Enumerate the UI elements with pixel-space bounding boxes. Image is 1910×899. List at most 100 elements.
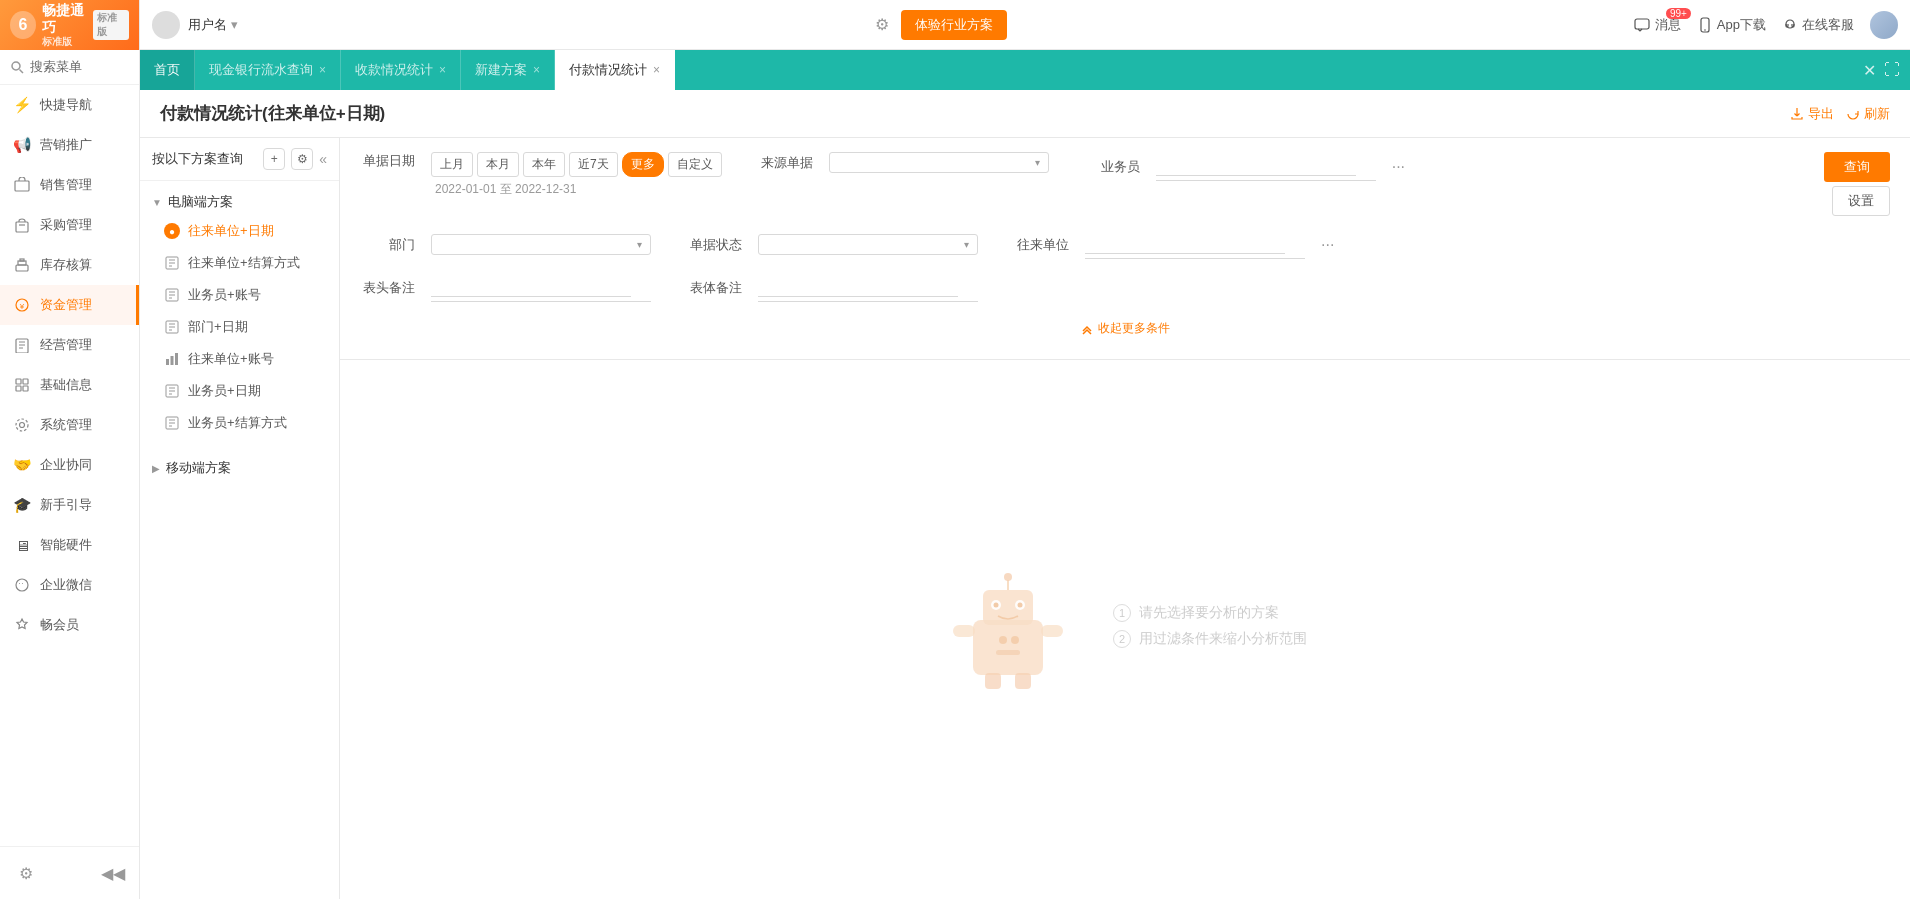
tab-close-all-btn[interactable]: ✕ [1863,61,1876,80]
sidebar-item-wechat[interactable]: 企业微信 [0,565,139,605]
scheme-icon [164,415,180,431]
date-btn-7days[interactable]: 近7天 [569,152,618,177]
sidebar-item-quick-nav[interactable]: ⚡ 快捷导航 [0,85,139,125]
topnav-app-download[interactable]: App下载 [1697,16,1766,34]
scheme-group-desktop-header[interactable]: ▼ 电脑端方案 [140,189,339,215]
status-select[interactable]: ▾ [758,234,978,255]
scheme-item-label: 部门+日期 [188,318,248,336]
sidebar-item-member[interactable]: 畅会员 [0,605,139,645]
export-btn[interactable]: 导出 [1790,105,1834,123]
sidebar-item-label: 企业微信 [40,576,92,594]
head-note-input[interactable] [431,273,631,297]
sidebar-item-purchase[interactable]: 采购管理 [0,205,139,245]
body-note-input[interactable] [758,273,958,297]
scheme-group-mobile-header[interactable]: ▶ 移动端方案 [140,455,339,481]
topnav-online-service[interactable]: 在线客服 [1782,16,1854,34]
search-menu-item[interactable]: 搜索菜单 [0,50,139,85]
date-btn-custom[interactable]: 自定义 [668,152,722,177]
refresh-btn[interactable]: 刷新 [1846,105,1890,123]
sidebar-item-label: 销售管理 [40,176,92,194]
topnav-user-avatar2[interactable] [1870,11,1898,39]
tabbar-right: ✕ ⛶ [1853,50,1910,90]
tab-bank-flow[interactable]: 现金银行流水查询 × [195,50,341,90]
dept-select[interactable]: ▾ [431,234,651,255]
sidebar-item-capital[interactable]: ¥ 资金管理 [0,285,139,325]
tab-fullscreen-btn[interactable]: ⛶ [1884,61,1900,79]
date-btn-more[interactable]: 更多 [622,152,664,177]
date-btn-this-year[interactable]: 本年 [523,152,565,177]
tab-payment-stats[interactable]: 付款情况统计 × [555,50,675,90]
staff-input[interactable] [1156,152,1356,176]
sidebar-item-label: 营销推广 [40,136,92,154]
scheme-item-staff-date[interactable]: 业务员+日期 [140,375,339,407]
topnav-message[interactable]: 消息 99+ [1633,16,1681,34]
tab-label: 收款情况统计 [355,61,433,79]
sidebar-item-marketing[interactable]: 📢 营销推广 [0,125,139,165]
svg-rect-5 [16,265,28,271]
svg-rect-37 [166,359,169,365]
tab-home[interactable]: 首页 [140,50,195,90]
collapse-conditions-btn[interactable]: 收起更多条件 [1072,312,1178,345]
sidebar-item-inventory[interactable]: 库存核算 [0,245,139,285]
scheme-item-partner-settle[interactable]: 往来单位+结算方式 [140,247,339,279]
svg-rect-39 [175,353,178,365]
sidebar-bottom: ⚙ ◀◀ [0,846,139,899]
hint-text-1: 请先选择要分析的方案 [1139,604,1279,622]
sidebar-item-sales[interactable]: 销售管理 [0,165,139,205]
app-download-label: App下载 [1717,16,1766,34]
scheme-settings-btn[interactable]: ⚙ [291,148,313,170]
user-dropdown-icon[interactable]: ▾ [231,17,238,32]
tab-close-bank-flow[interactable]: × [319,63,326,77]
sidebar-settings-btn[interactable]: ⚙ [10,857,42,889]
message-icon [1633,16,1651,34]
hint-num-1: 1 [1113,604,1131,622]
sidebar-item-guide[interactable]: 🎓 新手引导 [0,485,139,525]
date-btn-this-month[interactable]: 本月 [477,152,519,177]
svg-rect-17 [23,386,28,391]
date-btn-last-month[interactable]: 上月 [431,152,473,177]
staff-more-icon[interactable]: ··· [1392,158,1405,176]
scheme-group-mobile: ▶ 移动端方案 [140,447,339,489]
sidebar-logo: 6 畅捷通巧 标准版 标准版 [0,0,139,50]
partner-more-icon[interactable]: ··· [1321,236,1334,254]
scheme-collapse-icon[interactable]: « [319,151,327,167]
sidebar-item-enterprise[interactable]: 🤝 企业协同 [0,445,139,485]
source-label: 来源单据 [758,154,813,172]
sidebar-item-label: 基础信息 [40,376,92,394]
sidebar-item-basic[interactable]: 基础信息 [0,365,139,405]
guide-icon: 🎓 [12,495,32,515]
scheme-item-partner-date[interactable]: ● 往来单位+日期 [140,215,339,247]
scheme-item-staff-account[interactable]: 业务员+账号 [140,279,339,311]
content-body: 按以下方案查询 + ⚙ « ▼ 电脑端方案 ● 往来单位+日期 [140,138,1910,899]
topnav-settings-icon[interactable]: ⚙ [875,15,889,34]
dept-dropdown-icon: ▾ [637,239,642,250]
sidebar-item-operation[interactable]: 经营管理 [0,325,139,365]
search-label: 搜索菜单 [30,58,82,76]
scheme-item-dept-date[interactable]: 部门+日期 [140,311,339,343]
online-service-label: 在线客服 [1802,16,1854,34]
staff-label: 业务员 [1085,158,1140,176]
svg-text:¥: ¥ [19,302,25,311]
tab-close-payment-stats[interactable]: × [653,63,660,77]
source-select[interactable]: ▾ [829,152,1049,173]
tab-receipt-stats[interactable]: 收款情况统计 × [341,50,461,90]
tab-close-new-scheme[interactable]: × [533,63,540,77]
scheme-group-desktop: ▼ 电脑端方案 ● 往来单位+日期 往来单位+结算方式 [140,181,339,447]
sidebar-item-system[interactable]: 系统管理 [0,405,139,445]
sidebar-item-hardware[interactable]: 🖥 智能硬件 [0,525,139,565]
scheme-item-partner-account[interactable]: 往来单位+账号 [140,343,339,375]
scheme-item-staff-settle[interactable]: 业务员+结算方式 [140,407,339,439]
partner-input[interactable] [1085,230,1285,254]
date-label: 单据日期 [360,152,415,170]
tab-new-scheme[interactable]: 新建方案 × [461,50,555,90]
scheme-panel-header: 按以下方案查询 + ⚙ « [140,138,339,181]
query-btn[interactable]: 查询 [1824,152,1890,182]
scheme-panel-actions: + ⚙ [263,148,313,170]
scheme-add-btn[interactable]: + [263,148,285,170]
filter-settings-btn[interactable]: 设置 [1832,186,1890,216]
trial-btn[interactable]: 体验行业方案 [901,10,1007,40]
tab-close-receipt-stats[interactable]: × [439,63,446,77]
export-label: 导出 [1808,105,1834,123]
sidebar-collapse-btn[interactable]: ◀◀ [97,857,129,889]
empty-hint-item-2: 2 用过滤条件来缩小分析范围 [1113,630,1307,648]
